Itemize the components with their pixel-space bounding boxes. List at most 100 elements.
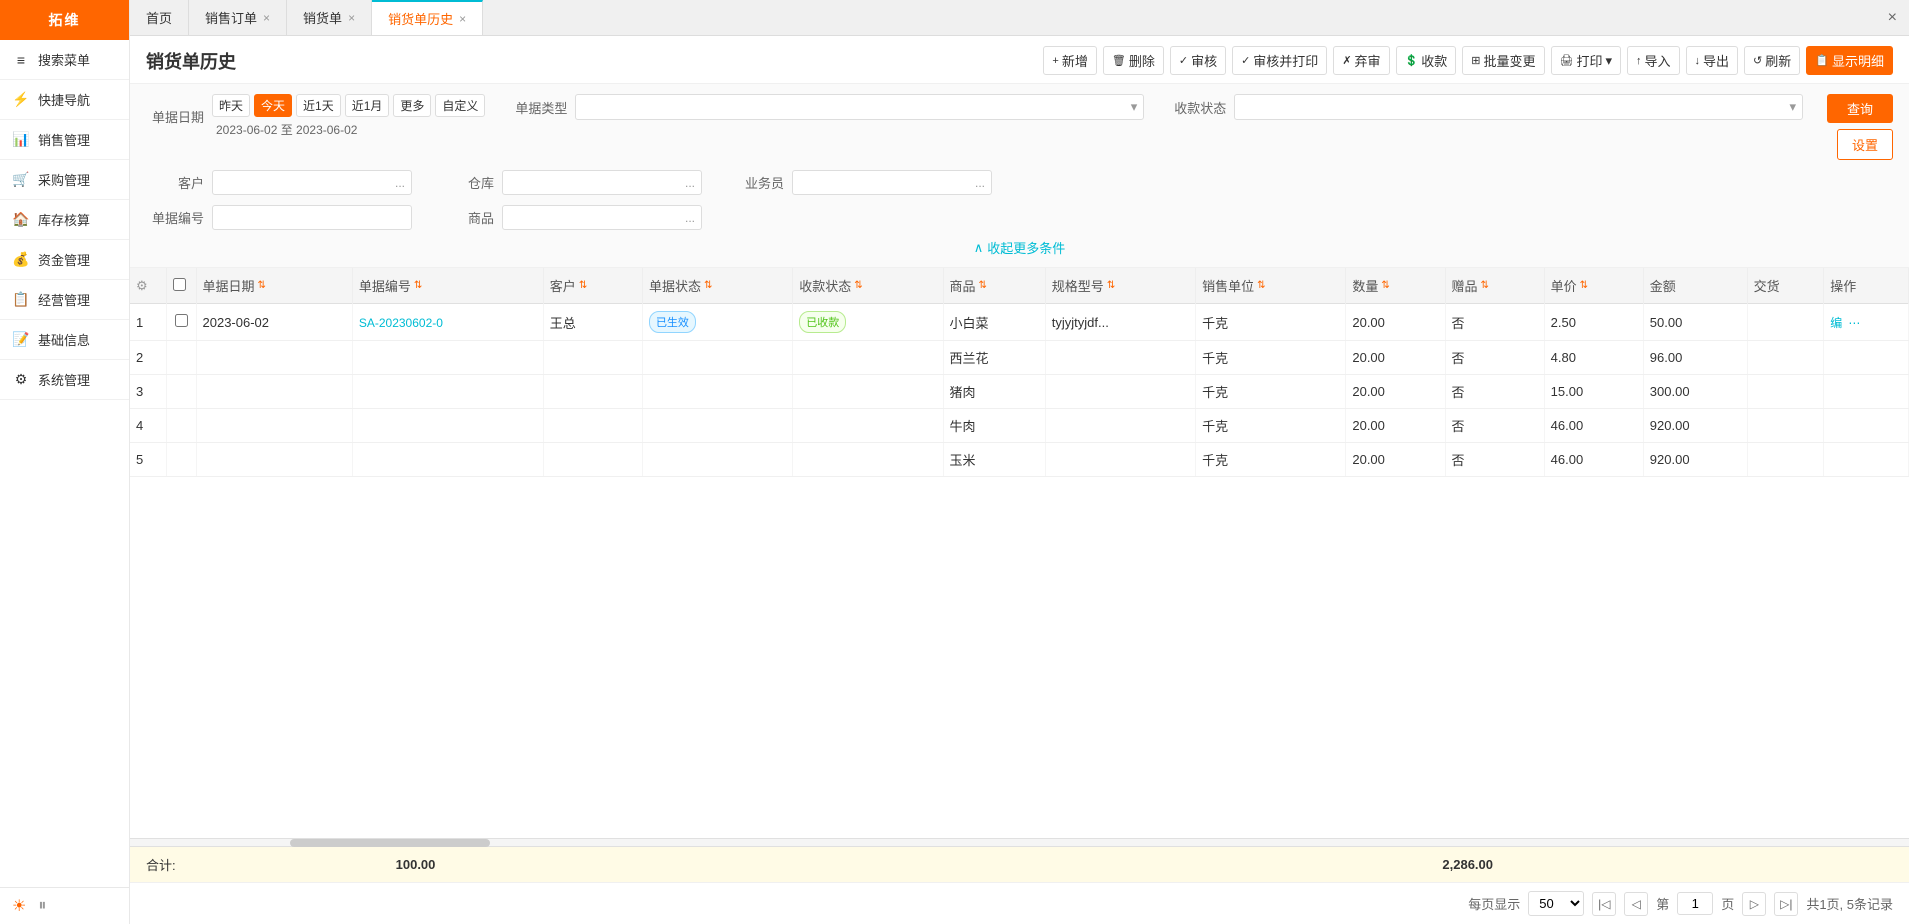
th-doc-no[interactable]: 单据编号 ⇅ (352, 268, 543, 304)
cell-doc-no[interactable]: SA-20230602-0 (352, 304, 543, 341)
cell-quantity: 20.00 (1346, 304, 1445, 341)
batch-change-button[interactable]: ⊞ 批量变更 (1462, 46, 1544, 75)
th-customer[interactable]: 客户 ⇅ (543, 268, 642, 304)
date-btn-today[interactable]: 今天 (254, 94, 292, 117)
th-amount[interactable]: 金额 (1643, 268, 1747, 304)
salesman-dots-icon[interactable]: ... (975, 176, 985, 190)
sidebar-item-search-menu[interactable]: ≡ 搜索菜单 (0, 40, 129, 80)
refresh-button[interactable]: ↺ 刷新 (1744, 46, 1800, 75)
date-btn-last1m[interactable]: 近1月 (345, 94, 390, 117)
salesman-input[interactable] (799, 175, 975, 190)
first-page-btn[interactable]: |◁ (1592, 892, 1616, 916)
doc-no-link[interactable]: SA-20230602-0 (359, 316, 443, 330)
customer-input[interactable] (219, 175, 395, 190)
th-spec-label: 规格型号 (1052, 276, 1104, 295)
th-spec[interactable]: 规格型号 ⇅ (1045, 268, 1195, 304)
per-page-select[interactable]: 50 100 200 (1528, 891, 1584, 916)
cell-checkbox[interactable] (166, 443, 196, 477)
edit-action-link[interactable]: 编 (1830, 316, 1842, 330)
doc-type-dropdown-icon[interactable]: ▾ (1131, 99, 1138, 115)
sidebar-item-purchase-mgmt[interactable]: 🛒 采购管理 (0, 160, 129, 200)
cell-pay-status (793, 443, 943, 477)
th-doc-date[interactable]: 单据日期 ⇅ (196, 268, 352, 304)
th-unit[interactable]: 销售单位 ⇅ (1196, 268, 1346, 304)
cell-checkbox[interactable] (166, 375, 196, 409)
tab-sales-history[interactable]: 销货单历史 × (372, 0, 483, 35)
date-btn-last7[interactable]: 近1天 (296, 94, 341, 117)
sidebar-item-label: 基础信息 (38, 330, 90, 349)
warehouse-dots-icon[interactable]: ... (685, 176, 695, 190)
print-button[interactable]: 🖨 打印 ▾ (1551, 46, 1622, 75)
customer-dots-icon[interactable]: ... (395, 176, 405, 190)
sidebar-item-ops-mgmt[interactable]: 📋 经营管理 (0, 280, 129, 320)
sidebar-item-sys-mgmt[interactable]: ⚙ 系统管理 (0, 360, 129, 400)
goods-dots-icon[interactable]: ... (685, 211, 695, 225)
total-info: 共1页, 5条记录 (1806, 894, 1893, 913)
query-button[interactable]: 查询 (1827, 94, 1893, 123)
next-page-btn[interactable]: ▷ (1742, 892, 1766, 916)
th-doc-status[interactable]: 单据状态 ⇅ (642, 268, 792, 304)
th-settings[interactable]: ⚙ (130, 268, 166, 304)
tab-sales-history-close[interactable]: × (459, 12, 466, 26)
payment-status-dropdown-icon[interactable]: ▾ (1789, 99, 1796, 115)
date-btn-custom[interactable]: 自定义 (435, 94, 485, 117)
collapse-button[interactable]: ∧ 收起更多条件 (146, 238, 1893, 257)
select-all-checkbox[interactable] (173, 278, 186, 291)
sidebar-bottom-icon1[interactable]: ☀ (12, 896, 26, 916)
show-detail-button[interactable]: 📋 显示明细 (1806, 46, 1893, 75)
purchase-mgmt-icon: 🛒 (12, 171, 30, 188)
cell-transaction (1747, 409, 1824, 443)
last-page-btn[interactable]: ▷| (1774, 892, 1798, 916)
date-btn-yesterday[interactable]: 昨天 (212, 94, 250, 117)
horizontal-scrollbar[interactable] (130, 838, 1909, 846)
delete-button[interactable]: 🗑 删除 (1103, 46, 1164, 75)
sidebar-item-finance-mgmt[interactable]: 💰 资金管理 (0, 240, 129, 280)
th-quantity[interactable]: 数量 ⇅ (1346, 268, 1445, 304)
more-action-link[interactable]: ⋯ (1848, 316, 1860, 330)
audit-print-button[interactable]: ✓ 审核并打印 (1232, 46, 1327, 75)
cell-checkbox[interactable] (166, 304, 196, 341)
cell-checkbox[interactable] (166, 409, 196, 443)
th-goods[interactable]: 商品 ⇅ (943, 268, 1045, 304)
audit-button[interactable]: ✓ 审核 (1170, 46, 1226, 75)
th-unit-price[interactable]: 单价 ⇅ (1544, 268, 1643, 304)
window-close-btn[interactable]: × (1876, 9, 1909, 27)
goods-input[interactable] (509, 210, 685, 225)
cell-gift: 否 (1445, 409, 1544, 443)
table-settings-icon[interactable]: ⚙ (136, 278, 148, 293)
tab-sales-goods-close[interactable]: × (348, 11, 355, 25)
tab-home[interactable]: 首页 (130, 0, 189, 35)
th-customer-label: 客户 (550, 276, 576, 295)
th-checkbox[interactable] (166, 268, 196, 304)
new-button[interactable]: + 新增 (1043, 46, 1096, 75)
cell-doc-date (196, 375, 352, 409)
receive-button[interactable]: 💲 收款 (1396, 46, 1457, 75)
sidebar-item-basic-info[interactable]: 📝 基础信息 (0, 320, 129, 360)
cell-checkbox[interactable] (166, 341, 196, 375)
tab-sales-order[interactable]: 销售订单 × (189, 0, 287, 35)
tab-sales-order-close[interactable]: × (263, 11, 270, 25)
warehouse-input[interactable] (509, 175, 685, 190)
doc-type-input[interactable] (582, 100, 1130, 115)
th-gift[interactable]: 赠品 ⇅ (1445, 268, 1544, 304)
th-transaction[interactable]: 交货 (1747, 268, 1824, 304)
sidebar-item-inventory[interactable]: 🏠 库存核算 (0, 200, 129, 240)
export-button[interactable]: ↓ 导出 (1686, 46, 1739, 75)
th-pay-status[interactable]: 收款状态 ⇅ (793, 268, 943, 304)
abandon-button[interactable]: ✗ 弃审 (1333, 46, 1389, 75)
sidebar-item-quick-nav[interactable]: ⚡ 快捷导航 (0, 80, 129, 120)
doc-no-input[interactable] (219, 210, 405, 225)
row-checkbox[interactable] (175, 314, 188, 327)
sidebar-bottom-icon2[interactable]: ⏸ (38, 897, 46, 915)
date-btn-more[interactable]: 更多 (393, 94, 431, 117)
import-button[interactable]: ↑ 导入 (1627, 46, 1680, 75)
page-input[interactable] (1677, 892, 1713, 915)
cell-quantity: 20.00 (1346, 409, 1445, 443)
prev-page-btn[interactable]: ◁ (1624, 892, 1648, 916)
cell-spec (1045, 443, 1195, 477)
sidebar-item-sales-mgmt[interactable]: 📊 销售管理 (0, 120, 129, 160)
tab-sales-goods[interactable]: 销货单 × (287, 0, 372, 35)
payment-status-input[interactable] (1241, 100, 1789, 115)
scrollbar-thumb[interactable] (290, 839, 490, 847)
setting-button[interactable]: 设置 (1837, 129, 1893, 160)
